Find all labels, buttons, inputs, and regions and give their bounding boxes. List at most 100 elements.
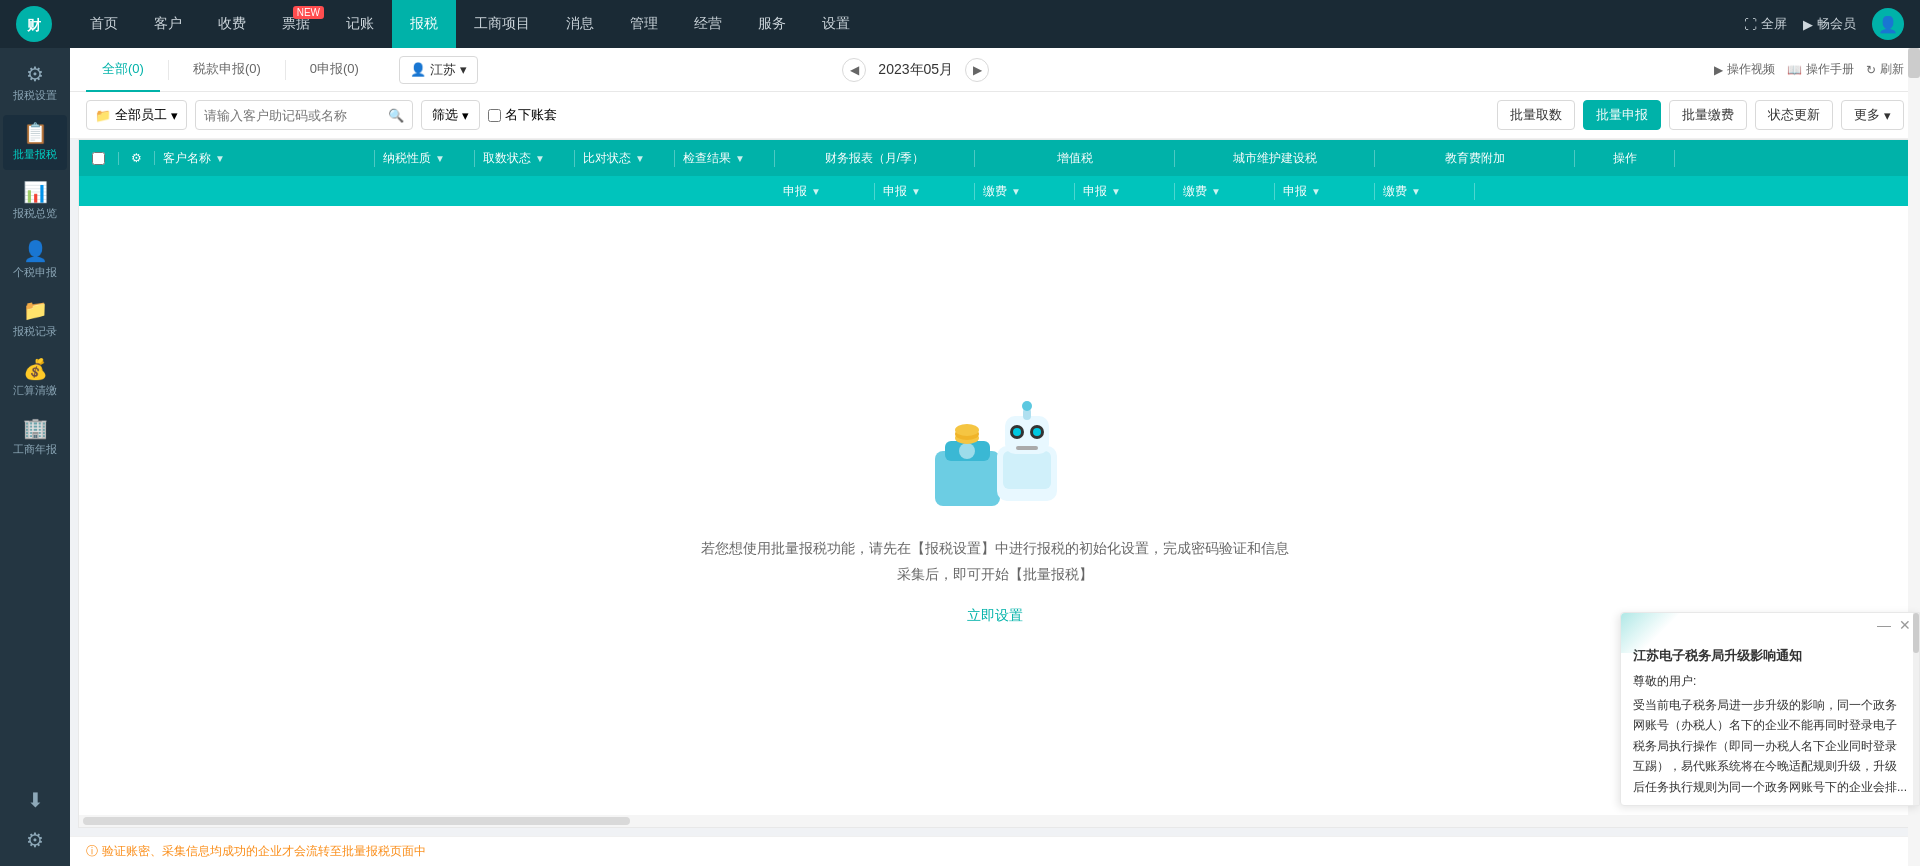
tax-records-icon: 📁 bbox=[23, 300, 48, 320]
table-header-scroll[interactable]: ⚙ 客户名称 ▼ 纳税性质 ▼ 取数状态 ▼ bbox=[79, 140, 1911, 206]
nav-operation[interactable]: 经营 bbox=[676, 0, 740, 48]
search-input[interactable] bbox=[204, 108, 384, 123]
notification-scrollbar[interactable] bbox=[1913, 613, 1919, 805]
sidebar-item-personal-tax[interactable]: 👤 个税申报 bbox=[3, 233, 67, 288]
table-header-row1: ⚙ 客户名称 ▼ 纳税性质 ▼ 取数状态 ▼ bbox=[79, 140, 1911, 176]
tab-all[interactable]: 全部(0) bbox=[86, 48, 160, 92]
notification-greeting: 尊敬的用户: bbox=[1633, 671, 1907, 691]
prev-month-btn[interactable]: ◀ bbox=[842, 58, 866, 82]
fullscreen-icon: ⛶ bbox=[1744, 17, 1757, 32]
nav-commerce[interactable]: 工商项目 bbox=[456, 0, 548, 48]
select-all-checkbox[interactable] bbox=[92, 152, 105, 165]
page-scrollbar-thumb[interactable] bbox=[1908, 48, 1920, 78]
current-month: 2023年05月 bbox=[878, 61, 953, 79]
notification-content: 受当前电子税务局进一步升级的影响，同一个政务网账号（办税人）名下的企业不能再同时… bbox=[1633, 695, 1907, 797]
sidebar-item-annual-report[interactable]: 🏢 工商年报 bbox=[3, 410, 67, 465]
sidebar-item-tax-overview[interactable]: 📊 报税总览 bbox=[3, 174, 67, 229]
batch-declare-btn[interactable]: 批量申报 bbox=[1583, 100, 1661, 130]
th2-city-pay[interactable]: 缴费 ▼ bbox=[1175, 183, 1275, 200]
tab-divider-2 bbox=[285, 60, 286, 80]
nav-service[interactable]: 服务 bbox=[740, 0, 804, 48]
th-check-result[interactable]: 检查结果 ▼ bbox=[675, 150, 775, 167]
sidebar-item-settings[interactable]: ⚙ bbox=[3, 822, 67, 858]
batch-fetch-btn[interactable]: 批量取数 bbox=[1497, 100, 1575, 130]
top-navigation: 财 首页 客户 收费 票据 NEW 记账 报税 工商项目 消息 管理 经营 服务… bbox=[0, 0, 1920, 48]
nav-invoice[interactable]: 票据 NEW bbox=[264, 0, 328, 48]
settings-icon: ⚙ bbox=[26, 830, 44, 850]
table-scroll-bottom[interactable] bbox=[79, 815, 1911, 827]
th-setting[interactable]: ⚙ bbox=[119, 151, 155, 165]
svg-text:财: 财 bbox=[26, 17, 42, 33]
setup-link[interactable]: 立即设置 bbox=[967, 607, 1023, 625]
th-checkbox bbox=[79, 152, 119, 165]
th2-vat-declare[interactable]: 申报 ▼ bbox=[875, 183, 975, 200]
month-navigator: ◀ 2023年05月 ▶ bbox=[842, 58, 989, 82]
video-btn[interactable]: ▶ 操作视频 bbox=[1714, 61, 1775, 78]
next-month-btn[interactable]: ▶ bbox=[965, 58, 989, 82]
tab-zero-declare[interactable]: 0申报(0) bbox=[294, 48, 375, 92]
notification-popup: — ✕ 江苏电子税务局升级影响通知 尊敬的用户: 受当前电子税务局进一步升级的影… bbox=[1620, 612, 1920, 806]
tab-tax-declare-count: (0) bbox=[245, 61, 261, 76]
nav-billing[interactable]: 收费 bbox=[200, 0, 264, 48]
nav-customer[interactable]: 客户 bbox=[136, 0, 200, 48]
nav-tax[interactable]: 报税 bbox=[392, 0, 456, 48]
employee-selector[interactable]: 📁 全部员工 ▾ bbox=[86, 100, 187, 130]
th2-city-declare[interactable]: 申报 ▼ bbox=[1075, 183, 1175, 200]
svg-rect-15 bbox=[1016, 446, 1038, 450]
minimize-notif-btn[interactable]: — bbox=[1877, 617, 1891, 633]
svg-point-12 bbox=[1013, 428, 1021, 436]
refresh-btn[interactable]: ↻ 刷新 bbox=[1866, 61, 1904, 78]
province-selector[interactable]: 👤 江苏 ▾ bbox=[399, 56, 478, 84]
account-checkbox[interactable] bbox=[488, 109, 501, 122]
sidebar: ⚙ 报税设置 📋 批量报税 📊 报税总览 👤 个税申报 📁 报税记录 💰 汇算清… bbox=[0, 48, 70, 866]
user-icon: 👤 bbox=[410, 62, 426, 77]
vip-icon: ▶ bbox=[1803, 17, 1813, 32]
close-notif-btn[interactable]: ✕ bbox=[1899, 617, 1911, 633]
nav-message[interactable]: 消息 bbox=[548, 0, 612, 48]
toolbar-right-buttons: 批量取数 批量申报 批量缴费 状态更新 更多 ▾ bbox=[1497, 100, 1904, 130]
sidebar-item-settlement[interactable]: 💰 汇算清缴 bbox=[3, 351, 67, 406]
more-btn[interactable]: 更多 ▾ bbox=[1841, 100, 1904, 130]
th-compare-status[interactable]: 比对状态 ▼ bbox=[575, 150, 675, 167]
tab-tax-declare[interactable]: 税款申报(0) bbox=[177, 48, 277, 92]
th-tax-nature[interactable]: 纳税性质 ▼ bbox=[375, 150, 475, 167]
manual-btn[interactable]: 📖 操作手册 bbox=[1787, 61, 1854, 78]
fullscreen-btn[interactable]: ⛶ 全屏 bbox=[1744, 15, 1787, 33]
top-right-actions: ⛶ 全屏 ▶ 畅会员 👤 bbox=[1744, 8, 1904, 40]
sidebar-item-batch-tax[interactable]: 📋 批量报税 bbox=[3, 115, 67, 170]
filter-button[interactable]: 筛选 ▾ bbox=[421, 100, 480, 130]
nav-settings[interactable]: 设置 bbox=[804, 0, 868, 48]
sidebar-item-download[interactable]: ⬇ bbox=[3, 782, 67, 818]
nav-manage[interactable]: 管理 bbox=[612, 0, 676, 48]
settlement-icon: 💰 bbox=[23, 359, 48, 379]
video-icon: ▶ bbox=[1714, 63, 1723, 77]
search-icon[interactable]: 🔍 bbox=[388, 108, 404, 123]
th2-financial-declare[interactable]: 申报 ▼ bbox=[775, 183, 875, 200]
empty-message: 若您想使用批量报税功能，请先在【报税设置】中进行报税的初始化设置，完成密码验证和… bbox=[695, 536, 1295, 586]
notification-scrollbar-thumb[interactable] bbox=[1913, 613, 1919, 653]
th2-city-pay-filter: ▼ bbox=[1211, 186, 1221, 197]
tax-overview-icon: 📊 bbox=[23, 182, 48, 202]
status-update-btn[interactable]: 状态更新 bbox=[1755, 100, 1833, 130]
sidebar-item-tax-records[interactable]: 📁 报税记录 bbox=[3, 292, 67, 347]
personal-tax-icon: 👤 bbox=[23, 241, 48, 261]
vip-btn[interactable]: ▶ 畅会员 bbox=[1803, 15, 1856, 33]
nav-bookkeeping[interactable]: 记账 bbox=[328, 0, 392, 48]
batch-tax-icon: 📋 bbox=[23, 123, 48, 143]
th-check-result-filter: ▼ bbox=[735, 153, 745, 164]
sidebar-item-tax-settings[interactable]: ⚙ 报税设置 bbox=[3, 56, 67, 111]
chevron-down-icon: ▾ bbox=[460, 62, 467, 77]
account-checkbox-label[interactable]: 名下账套 bbox=[488, 106, 557, 124]
user-avatar[interactable]: 👤 bbox=[1872, 8, 1904, 40]
th2-edu-declare[interactable]: 申报 ▼ bbox=[1275, 183, 1375, 200]
th2-edu-pay[interactable]: 缴费 ▼ bbox=[1375, 183, 1475, 200]
th-customer-name[interactable]: 客户名称 ▼ bbox=[155, 150, 375, 167]
nav-home[interactable]: 首页 bbox=[72, 0, 136, 48]
th2-vat-pay[interactable]: 缴费 ▼ bbox=[975, 183, 1075, 200]
th2-vat-pay-filter: ▼ bbox=[1011, 186, 1021, 197]
svg-point-17 bbox=[1022, 401, 1032, 411]
batch-pay-btn[interactable]: 批量缴费 bbox=[1669, 100, 1747, 130]
app-logo[interactable]: 财 bbox=[16, 6, 52, 42]
th-fetch-status[interactable]: 取数状态 ▼ bbox=[475, 150, 575, 167]
h-scrollbar-thumb[interactable] bbox=[83, 817, 630, 825]
